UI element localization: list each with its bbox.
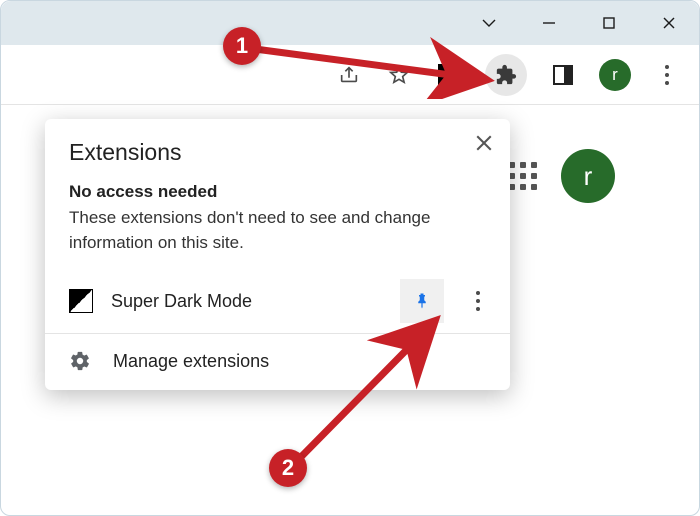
- extensions-popup: Extensions No access needed These extens…: [45, 119, 510, 390]
- popup-subheading: No access needed: [45, 182, 510, 206]
- manage-extensions-label: Manage extensions: [113, 351, 269, 372]
- vertical-dots-icon: [476, 291, 480, 311]
- side-panel-button[interactable]: [549, 61, 577, 89]
- profile-avatar-large[interactable]: r: [561, 149, 615, 203]
- bookmark-button[interactable]: [385, 61, 413, 89]
- minimize-icon: [541, 15, 557, 31]
- side-panel-icon: [553, 65, 573, 85]
- popup-close-button[interactable]: [472, 131, 496, 155]
- super-dark-mode-icon: [69, 289, 93, 313]
- popup-description: These extensions don't need to see and c…: [45, 206, 510, 271]
- maximize-icon: [602, 16, 616, 30]
- puzzle-icon: [495, 64, 517, 86]
- annotation-badge-1: 1: [223, 27, 261, 65]
- extensions-button[interactable]: [485, 54, 527, 96]
- browser-toolbar: r: [1, 45, 699, 105]
- window-close-button[interactable]: [639, 1, 699, 45]
- vertical-dots-icon: [665, 65, 669, 85]
- close-icon: [475, 134, 493, 152]
- profile-initial-large: r: [584, 161, 593, 192]
- app-window: r r Extensions No access needed These ex…: [0, 0, 700, 516]
- page-content: r: [489, 131, 699, 221]
- star-icon: [388, 64, 410, 86]
- minimize-button[interactable]: [519, 1, 579, 45]
- gear-icon: [69, 350, 91, 372]
- google-apps-button[interactable]: [509, 162, 537, 190]
- share-icon: [338, 64, 360, 86]
- extension-menu-button[interactable]: [462, 291, 494, 311]
- profile-initial: r: [612, 65, 618, 85]
- dark-mode-extension-icon[interactable]: [435, 61, 463, 89]
- maximize-button[interactable]: [579, 1, 639, 45]
- extension-name[interactable]: Super Dark Mode: [111, 291, 382, 312]
- manage-extensions-button[interactable]: Manage extensions: [45, 334, 510, 390]
- popup-title: Extensions: [45, 139, 510, 182]
- close-icon: [661, 15, 677, 31]
- profile-avatar-small[interactable]: r: [599, 59, 631, 91]
- tab-search-button[interactable]: [459, 1, 519, 45]
- annotation-badge-2: 2: [269, 449, 307, 487]
- pin-icon: [413, 292, 431, 310]
- share-button[interactable]: [335, 61, 363, 89]
- extension-row: Super Dark Mode: [45, 271, 510, 333]
- title-bar: [1, 1, 699, 45]
- super-dark-mode-icon: [438, 64, 460, 86]
- browser-menu-button[interactable]: [653, 61, 681, 89]
- pin-button[interactable]: [400, 279, 444, 323]
- chevron-down-icon: [480, 14, 498, 32]
